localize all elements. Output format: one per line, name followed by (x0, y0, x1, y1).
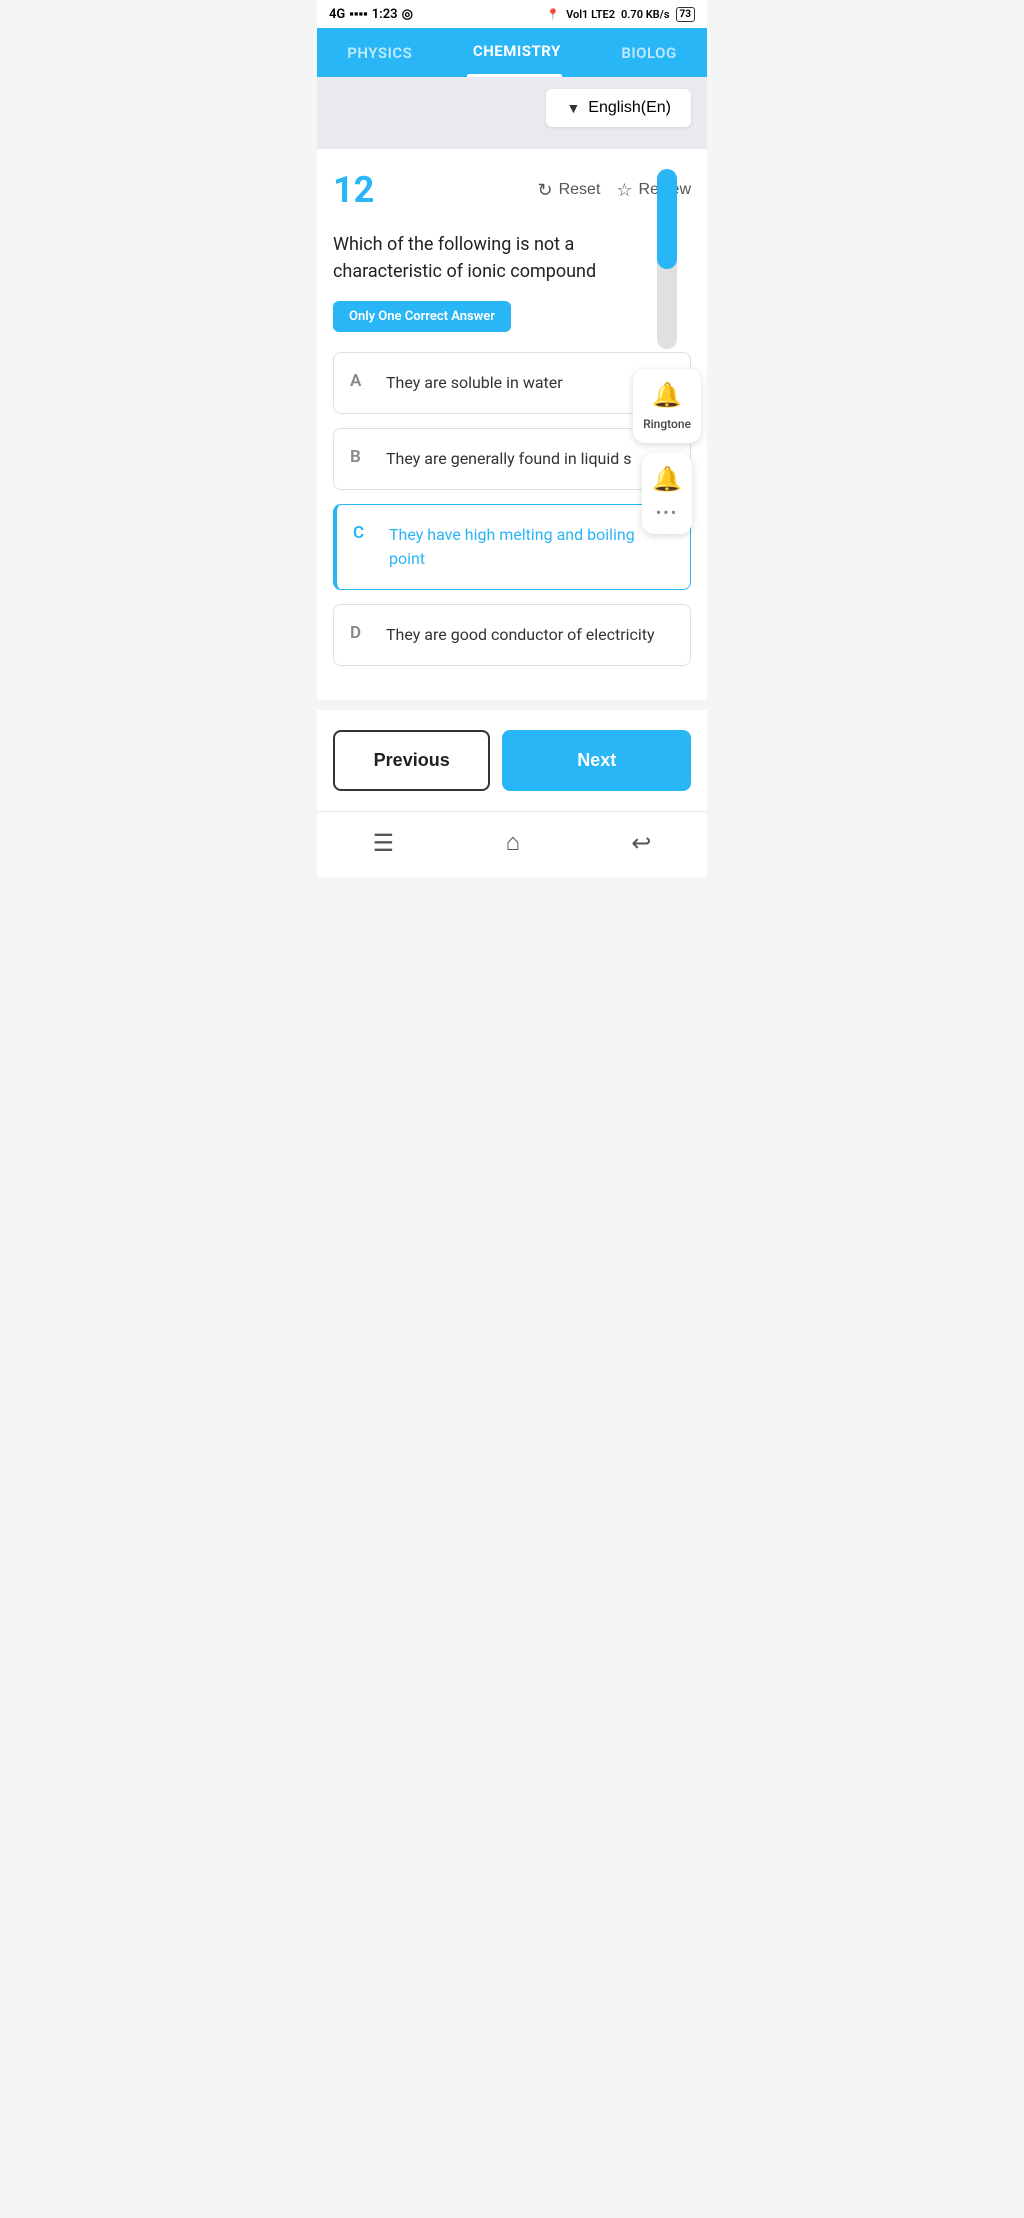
mini-side-panel: 🔔 ••• (642, 453, 692, 534)
language-label: English(En) (588, 99, 671, 117)
question-number: 12 (333, 169, 374, 211)
status-left: 4G ▪▪▪▪ 1:23 ◎ (329, 6, 413, 22)
battery-indicator: 73 (676, 7, 695, 22)
option-b-text: They are generally found in liquid s (386, 447, 632, 471)
option-d[interactable]: D They are good conductor of electricity (333, 604, 691, 666)
reset-button[interactable]: ↻ Reset (538, 180, 601, 201)
time-display: 1:23 (372, 7, 398, 22)
reset-icon: ↻ (538, 180, 553, 201)
menu-icon[interactable]: ☰ (373, 829, 395, 857)
previous-button[interactable]: Previous (333, 730, 490, 791)
more-options-icon[interactable]: ••• (656, 503, 678, 522)
option-b-label: B (350, 447, 370, 467)
ringtone-panel: 🔔 Ringtone (633, 369, 701, 443)
tab-physics[interactable]: PHYSICS (327, 30, 432, 76)
option-c-label: C (353, 523, 373, 543)
status-right: 📍 Vol1 LTE2 0.70 KB/s 73 (546, 7, 695, 22)
do-not-disturb-icon: ◎ (402, 7, 413, 22)
back-icon[interactable]: ↩ (631, 829, 651, 857)
separator (317, 139, 707, 149)
option-d-text: They are good conductor of electricity (386, 623, 655, 647)
bell-icon[interactable]: 🔔 (652, 381, 682, 409)
bottom-nav: ☰ ⌂ ↩ (317, 811, 707, 877)
lte-indicator: Vol1 LTE2 (566, 8, 615, 21)
chevron-down-icon: ▼ (566, 100, 580, 116)
location-icon: 📍 (546, 8, 560, 21)
option-a-label: A (350, 371, 370, 391)
bell-outline-icon[interactable]: 🔔 (652, 465, 682, 493)
navigation-buttons: Previous Next (317, 710, 707, 811)
option-d-label: D (350, 623, 370, 643)
tab-bar: PHYSICS CHEMISTRY BIOLOG (317, 28, 707, 77)
language-selector[interactable]: ▼ English(En) (546, 89, 691, 127)
speed-indicator: 0.70 KB/s (621, 8, 670, 21)
answer-type-badge: Only One Correct Answer (333, 301, 511, 332)
question-content: 🔔 Ringtone 🔔 ••• 12 ↻ Reset ☆ Review Whi… (317, 149, 707, 700)
scrollbar-thumb[interactable] (657, 169, 677, 269)
signal-icon: 4G (329, 7, 345, 22)
side-panel: 🔔 Ringtone 🔔 ••• (627, 169, 707, 534)
scrollbar-track[interactable] (657, 169, 677, 349)
home-icon[interactable]: ⌂ (505, 828, 520, 857)
status-bar: 4G ▪▪▪▪ 1:23 ◎ 📍 Vol1 LTE2 0.70 KB/s 73 (317, 0, 707, 28)
ringtone-label: Ringtone (643, 417, 691, 431)
tab-chemistry[interactable]: CHEMISTRY (453, 28, 581, 74)
option-a-text: They are soluble in water (386, 371, 563, 395)
tab-biology[interactable]: BIOLOG (601, 30, 696, 76)
next-button[interactable]: Next (502, 730, 691, 791)
network-bars: ▪▪▪▪ (349, 6, 367, 22)
language-bar: ▼ English(En) (317, 77, 707, 139)
